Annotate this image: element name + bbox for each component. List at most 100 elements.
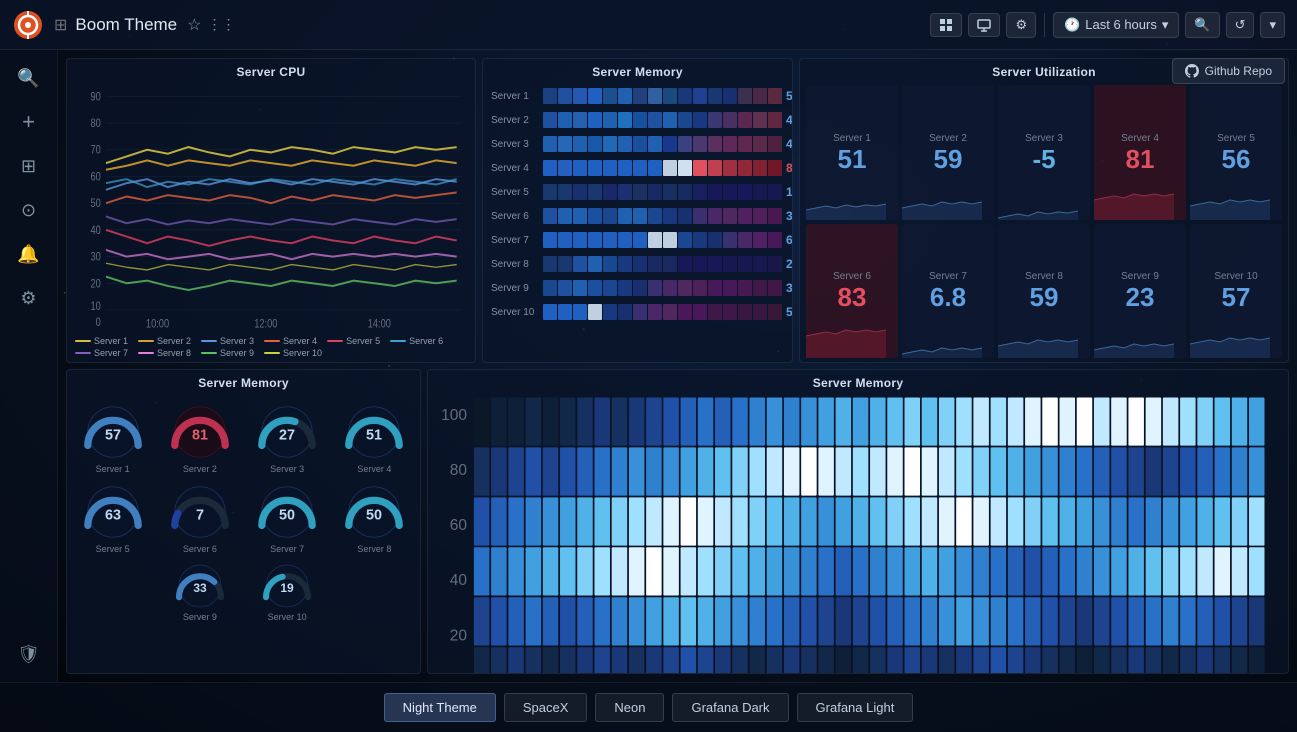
- chevron-down-icon: ▾: [1162, 17, 1169, 33]
- svg-text:70: 70: [90, 144, 100, 157]
- svg-text:19: 19: [280, 581, 294, 595]
- memory-row-s2: Server 2 48: [491, 109, 784, 131]
- github-repo-button[interactable]: Github Repo: [1172, 58, 1285, 84]
- svg-text:80: 80: [90, 117, 100, 130]
- svg-text:51: 51: [366, 427, 382, 443]
- page-title: Boom Theme: [75, 15, 177, 35]
- legend-server2: Server 2: [138, 336, 191, 346]
- more-button[interactable]: ▾: [1260, 12, 1285, 38]
- main-area: 🔍 + ⊞ ⊙ 🔔 ⚙ 🛡 Github Repo Server CPU: [0, 50, 1297, 682]
- util-grid: Server 1 51 Server 2 59: [800, 81, 1288, 362]
- sidebar-item-search[interactable]: 🔍: [9, 58, 49, 98]
- util-server6: Server 6 83: [806, 224, 898, 359]
- time-range-label: Last 6 hours: [1085, 17, 1157, 32]
- cpu-panel: Server CPU: [66, 58, 476, 363]
- content-area: Github Repo Server CPU: [58, 50, 1297, 682]
- legend-server8: Server 8: [138, 348, 191, 358]
- gauge-server6: 7 Server 6: [164, 476, 236, 554]
- legend-server5: Server 5: [327, 336, 380, 346]
- legend-server9: Server 9: [201, 348, 254, 358]
- star-button[interactable]: ☆: [187, 15, 201, 35]
- topbar-right: ⚙ 🕐 Last 6 hours ▾ 🔍 ↺ ▾: [930, 12, 1285, 38]
- gauge-server7: 50 Server 7: [251, 476, 323, 554]
- util-server8: Server 8 59: [998, 224, 1090, 359]
- memory-row-s5: Server 5 1.7: [491, 181, 784, 203]
- memory-table-content: Server 1 50 Server 2 48: [483, 81, 792, 362]
- gauge-server10: 19 Server 10: [244, 556, 331, 622]
- memory-row-s7: Server 7 64: [491, 229, 784, 251]
- svg-text:60: 60: [450, 517, 468, 534]
- cpu-panel-title: Server CPU: [67, 59, 475, 81]
- svg-text:40: 40: [90, 224, 100, 237]
- svg-text:40: 40: [450, 572, 468, 589]
- legend-server4: Server 4: [264, 336, 317, 346]
- legend-server10: Server 10: [264, 348, 322, 358]
- legend-server6: Server 6: [390, 336, 443, 346]
- memory-row-s6: Server 6 35: [491, 205, 784, 227]
- cpu-chart-svg: 90 80 70 60 50 40 30 20 10 0 10:00: [75, 83, 467, 330]
- memory-row-s10: Server 10 55: [491, 301, 784, 323]
- theme-grafana-dark[interactable]: Grafana Dark: [672, 693, 788, 722]
- zoom-out-button[interactable]: 🔍: [1185, 12, 1219, 38]
- settings-button[interactable]: ⚙: [1006, 12, 1036, 38]
- svg-text:14:00: 14:00: [368, 317, 391, 330]
- memory-row-s8: Server 8 23: [491, 253, 784, 275]
- legend-server3: Server 3: [201, 336, 254, 346]
- time-range-button[interactable]: 🕐 Last 6 hours ▾: [1053, 12, 1179, 38]
- svg-text:10: 10: [90, 300, 100, 313]
- sidebar-item-alerts[interactable]: 🔔: [9, 234, 49, 274]
- svg-text:20: 20: [90, 277, 100, 290]
- util-server7: Server 7 6.8: [902, 224, 994, 359]
- gauge-server8: 50 Server 8: [338, 476, 410, 554]
- util-server2: Server 2 59: [902, 85, 994, 220]
- heatmap-panel-title: Server Memory: [428, 370, 1288, 392]
- svg-text:50: 50: [366, 507, 382, 523]
- tv-mode-button[interactable]: [968, 13, 1000, 37]
- gauge-server3: 27 Server 3: [251, 396, 323, 474]
- sidebar-item-settings[interactable]: ⚙: [9, 278, 49, 318]
- refresh-button[interactable]: ↺: [1226, 12, 1255, 38]
- clock-icon: 🕐: [1064, 17, 1080, 33]
- row1: Server CPU: [66, 58, 1289, 363]
- svg-text:57: 57: [105, 427, 121, 443]
- svg-text:81: 81: [192, 427, 208, 443]
- svg-text:7: 7: [196, 507, 204, 523]
- theme-night[interactable]: Night Theme: [384, 693, 496, 722]
- svg-text:80: 80: [450, 462, 468, 479]
- svg-text:50: 50: [279, 507, 295, 523]
- theme-grafana-light[interactable]: Grafana Light: [797, 693, 914, 722]
- gauge-server4: 51 Server 4: [338, 396, 410, 474]
- sidebar-item-admin[interactable]: 🛡: [9, 634, 49, 674]
- row2: Server Memory 57: [66, 369, 1289, 674]
- sidebar: 🔍 + ⊞ ⊙ 🔔 ⚙ 🛡: [0, 50, 58, 682]
- topbar: ⊞ Boom Theme ☆ ⋮⋮ ⚙ 🕐 Last 6 hours ▾ 🔍 ↺…: [0, 0, 1297, 50]
- svg-text:63: 63: [105, 507, 121, 523]
- util-server10: Server 10 57: [1190, 224, 1282, 359]
- memory-table-title: Server Memory: [483, 59, 792, 81]
- memory-row-s1: Server 1 50: [491, 85, 784, 107]
- util-server1: Server 1 51: [806, 85, 898, 220]
- svg-text:12:00: 12:00: [254, 317, 277, 330]
- gauge-panel: Server Memory 57: [66, 369, 421, 674]
- heatmap-panel: Server Memory 100 80 60 40 20 0 -20: [427, 369, 1289, 674]
- svg-text:50: 50: [90, 197, 100, 210]
- grafana-logo: [12, 9, 44, 41]
- theme-neon[interactable]: Neon: [595, 693, 664, 722]
- gauge-server9: 33 Server 9: [156, 556, 243, 622]
- memory-row-s3: Server 3 46: [491, 133, 784, 155]
- add-panel-button[interactable]: [930, 13, 962, 37]
- util-server4: Server 4 81: [1094, 85, 1186, 220]
- share-button[interactable]: ⋮⋮: [207, 16, 235, 33]
- svg-text:33: 33: [193, 581, 207, 595]
- sidebar-item-explore[interactable]: ⊙: [9, 190, 49, 230]
- theme-spacex[interactable]: SpaceX: [504, 693, 588, 722]
- sidebar-item-dashboards[interactable]: ⊞: [9, 146, 49, 186]
- util-server9: Server 9 23: [1094, 224, 1186, 359]
- svg-text:10:00: 10:00: [146, 317, 169, 330]
- sidebar-item-add[interactable]: +: [9, 102, 49, 142]
- svg-text:0: 0: [96, 316, 101, 329]
- util-panel: Server Utilization Server 1 51: [799, 58, 1289, 363]
- heatmap-svg: 100 80 60 40 20 0 -20 10:00: [436, 394, 1280, 674]
- util-server3: Server 3 -5: [998, 85, 1090, 220]
- legend-server1: Server 1: [75, 336, 128, 346]
